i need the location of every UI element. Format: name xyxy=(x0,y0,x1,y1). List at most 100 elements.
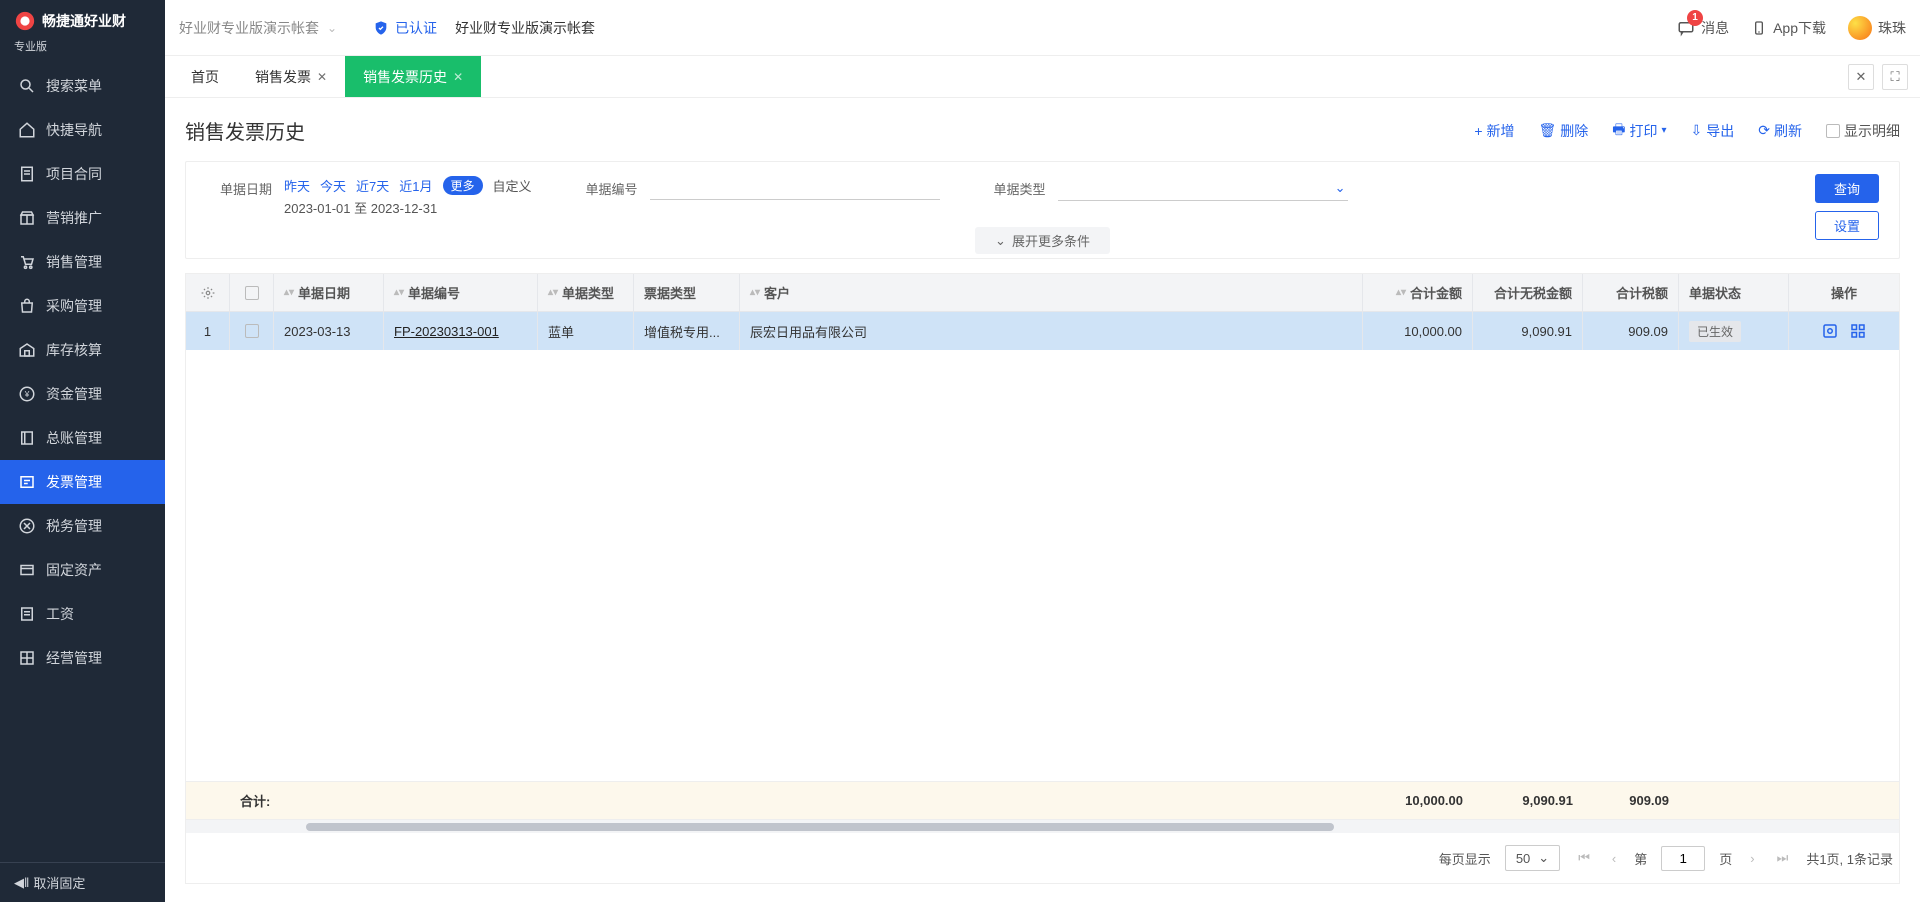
close-icon[interactable]: ✕ xyxy=(317,70,327,84)
nav-ledger[interactable]: 总账管理 xyxy=(0,416,165,460)
col-settings[interactable] xyxy=(186,274,230,311)
nav-search[interactable]: 搜索菜单 xyxy=(0,64,165,108)
row-select[interactable] xyxy=(230,312,274,350)
cell-status: 已生效 xyxy=(1679,312,1789,350)
salary-icon xyxy=(18,605,36,623)
export-label: 导出 xyxy=(1706,121,1734,141)
col-itype-label: 票据类型 xyxy=(644,283,696,302)
nav-marketing[interactable]: 营销推广 xyxy=(0,196,165,240)
totals-label: 合计: xyxy=(230,782,318,819)
settings-button[interactable]: 设置 xyxy=(1815,211,1879,240)
per-page-select[interactable]: 50⌄ xyxy=(1505,845,1560,871)
date-range-text: 2023-01-01 至 2023-12-31 xyxy=(284,198,532,217)
col-code[interactable]: ▴▾单据编号 xyxy=(384,274,538,311)
table-row[interactable]: 1 2023-03-13 FP-20230313-001 蓝单 增值税专用...… xyxy=(186,312,1899,350)
chip-custom[interactable]: 自定义 xyxy=(493,176,532,195)
nav-label: 固定资产 xyxy=(46,560,102,580)
nav-assets[interactable]: 固定资产 xyxy=(0,548,165,592)
page-header: 销售发票历史 +新增 🗑删除 🖶打印▾ ⇩导出 ⟳刷新 显示明细 xyxy=(185,116,1900,145)
export-button[interactable]: ⇩导出 xyxy=(1691,121,1735,141)
trash-icon: 🗑 xyxy=(1539,122,1557,139)
col-select-all[interactable] xyxy=(230,274,274,311)
nav-business[interactable]: 经营管理 xyxy=(0,636,165,680)
col-date[interactable]: ▴▾单据日期 xyxy=(274,274,384,311)
code-input[interactable] xyxy=(650,176,940,200)
shield-icon xyxy=(373,20,389,36)
next-page-button[interactable]: › xyxy=(1746,851,1758,866)
messages-button[interactable]: 1 消息 xyxy=(1677,18,1729,38)
tab-sales-invoice-history[interactable]: 销售发票历史 ✕ xyxy=(345,56,481,97)
chip-today[interactable]: 今天 xyxy=(320,176,346,195)
type-select[interactable]: ⌄ xyxy=(1058,176,1348,201)
export-icon: ⇩ xyxy=(1691,122,1703,139)
show-detail-toggle[interactable]: 显示明细 xyxy=(1826,121,1900,141)
nav-salary[interactable]: 工资 xyxy=(0,592,165,636)
brand-edition: 专业版 xyxy=(0,38,165,64)
col-amount[interactable]: ▴▾合计金额 xyxy=(1363,274,1473,311)
delete-button[interactable]: 🗑删除 xyxy=(1539,121,1589,141)
sidebar-collapse[interactable]: ◀‖ 取消固定 xyxy=(0,862,165,902)
sidebar-nav: 搜索菜单 快捷导航 项目合同 营销推广 销售管理 采购管理 库存核算 ¥资金管理… xyxy=(0,64,165,862)
app-download-button[interactable]: App下载 xyxy=(1751,18,1826,38)
close-icon[interactable]: ✕ xyxy=(453,70,463,84)
plus-icon: + xyxy=(1474,123,1482,139)
refresh-button[interactable]: ⟳刷新 xyxy=(1758,121,1802,141)
chip-7days[interactable]: 近7天 xyxy=(356,176,389,195)
nav-quick[interactable]: 快捷导航 xyxy=(0,108,165,152)
print-button[interactable]: 🖶打印▾ xyxy=(1612,119,1666,143)
first-page-button[interactable]: ⏮ xyxy=(1574,850,1594,866)
topbar: 好业财专业版演示帐套 ⌄ 已认证 好业财专业版演示帐套 1 消息 App下载 xyxy=(165,0,1920,56)
page-input[interactable] xyxy=(1661,846,1705,871)
add-label: 新增 xyxy=(1487,121,1515,141)
cart-icon xyxy=(18,253,36,271)
qr-icon[interactable] xyxy=(1849,322,1867,340)
nav-funds[interactable]: ¥资金管理 xyxy=(0,372,165,416)
nav-sales[interactable]: 销售管理 xyxy=(0,240,165,284)
col-amt-label: 合计金额 xyxy=(1410,283,1462,302)
invoice-link[interactable]: FP-20230313-001 xyxy=(394,324,499,339)
fullscreen-button[interactable]: ⛶ xyxy=(1882,64,1908,90)
tab-sales-invoice[interactable]: 销售发票✕ xyxy=(237,56,345,97)
prev-page-button[interactable]: ‹ xyxy=(1608,851,1620,866)
per-page-label: 每页显示 xyxy=(1439,849,1491,868)
user-menu[interactable]: 珠珠 xyxy=(1848,16,1906,40)
nav-label: 资金管理 xyxy=(46,384,102,404)
chip-more[interactable]: 更多 xyxy=(443,176,483,195)
col-noamt-label: 合计无税金额 xyxy=(1494,283,1572,302)
sort-icon: ▴▾ xyxy=(284,289,294,297)
query-button[interactable]: 查询 xyxy=(1815,174,1879,203)
close-all-tabs-button[interactable]: ✕ xyxy=(1848,64,1874,90)
account-selector[interactable]: 好业财专业版演示帐套 ⌄ xyxy=(179,18,355,38)
col-code-label: 单据编号 xyxy=(408,283,460,302)
messages-badge: 1 xyxy=(1687,10,1703,26)
topbar-actions: 1 消息 App下载 珠珠 xyxy=(1677,16,1906,40)
account-name: 好业财专业版演示帐套 xyxy=(455,18,595,38)
last-page-button[interactable]: ⏭ xyxy=(1773,850,1793,866)
nav-contract[interactable]: 项目合同 xyxy=(0,152,165,196)
collapse-icon: ◀‖ xyxy=(14,875,29,891)
nav-invoice[interactable]: 发票管理 xyxy=(0,460,165,504)
page: 销售发票历史 +新增 🗑删除 🖶打印▾ ⇩导出 ⟳刷新 显示明细 单据日期 xyxy=(165,98,1920,902)
view-icon[interactable] xyxy=(1821,322,1839,340)
phone-icon xyxy=(1751,20,1767,36)
nav-purchase[interactable]: 采购管理 xyxy=(0,284,165,328)
tab-label: 销售发票历史 xyxy=(363,67,447,87)
totals-no-tax-amount: 9,090.91 xyxy=(1473,782,1583,819)
sidebar-footer-label: 取消固定 xyxy=(33,873,85,892)
checkbox-icon xyxy=(1826,124,1840,138)
col-customer[interactable]: ▴▾客户 xyxy=(740,274,1363,311)
nav-tax[interactable]: 税务管理 xyxy=(0,504,165,548)
nav-inventory[interactable]: 库存核算 xyxy=(0,328,165,372)
chip-1month[interactable]: 近1月 xyxy=(399,176,432,195)
add-button[interactable]: + 新增 xyxy=(1474,121,1514,141)
type-filter: 单据类型 ⌄ xyxy=(990,176,1348,201)
tab-home[interactable]: 首页 xyxy=(173,56,237,97)
checkbox-icon xyxy=(245,324,259,338)
horizontal-scrollbar[interactable] xyxy=(186,819,1899,833)
chip-yesterday[interactable]: 昨天 xyxy=(284,176,310,195)
col-status: 单据状态 xyxy=(1679,274,1789,311)
print-icon: 🖶 xyxy=(1612,119,1625,143)
col-btype[interactable]: ▴▾单据类型 xyxy=(538,274,634,311)
expand-filters-button[interactable]: ⌄展开更多条件 xyxy=(975,227,1110,254)
cell-customer: 辰宏日用品有限公司 xyxy=(740,312,1363,350)
